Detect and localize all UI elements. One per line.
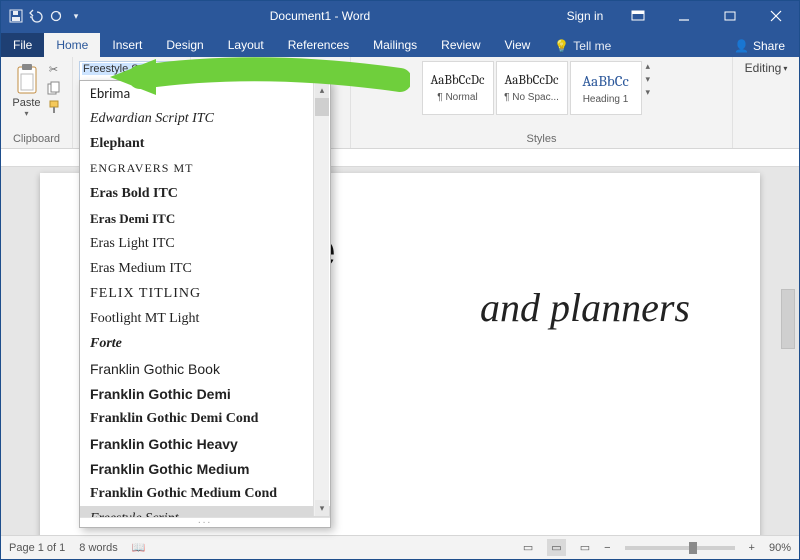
dropdown-resize-handle[interactable]: ∙∙∙ xyxy=(80,517,330,527)
editing-button[interactable]: Editing▾ xyxy=(745,61,788,75)
tab-review[interactable]: Review xyxy=(429,33,492,57)
font-option[interactable]: Elephant xyxy=(80,131,330,156)
font-option[interactable]: Eras Bold ITC xyxy=(80,181,330,206)
font-option[interactable]: Footlight MT Light xyxy=(80,306,330,331)
font-option[interactable]: Eras Light ITC xyxy=(80,231,330,256)
font-option[interactable]: Franklin Gothic Demi Cond xyxy=(80,406,330,431)
close-button[interactable] xyxy=(753,1,799,31)
chevron-down-icon: ▾ xyxy=(783,64,787,73)
style-nospacing[interactable]: AaBbCcDc ¶ No Spac... xyxy=(496,61,568,115)
share-button[interactable]: 👤 Share xyxy=(720,35,799,57)
paste-button[interactable]: Paste ▾ xyxy=(12,61,42,118)
styles-expand-icon[interactable]: ▾ xyxy=(646,87,662,98)
format-painter-icon[interactable] xyxy=(46,99,62,115)
read-mode-icon[interactable]: ▭ xyxy=(523,541,533,554)
font-option[interactable]: Eras Demi ITC xyxy=(80,206,330,231)
share-label: Share xyxy=(753,39,785,53)
tell-me[interactable]: 💡 Tell me xyxy=(542,35,623,57)
font-option[interactable]: ENGRAVERS MT xyxy=(80,156,330,181)
web-layout-icon[interactable]: ▭ xyxy=(580,541,590,554)
style-sample: AaBbCcDc xyxy=(504,73,558,88)
group-label-styles: Styles xyxy=(527,131,557,148)
tab-mailings[interactable]: Mailings xyxy=(361,33,429,57)
font-name-combo[interactable]: Freestyle Script xyxy=(79,61,189,81)
style-sample: AaBbCc xyxy=(582,72,629,90)
font-option[interactable]: Franklin Gothic Medium Cond xyxy=(80,481,330,506)
zoom-slider[interactable] xyxy=(625,546,735,550)
font-name-value: Freestyle Script xyxy=(82,63,160,75)
save-icon[interactable] xyxy=(7,7,25,25)
zoom-out-icon[interactable]: − xyxy=(604,542,610,554)
style-sample: AaBbCcDc xyxy=(430,73,484,88)
status-words[interactable]: 8 words xyxy=(79,542,118,554)
status-page[interactable]: Page 1 of 1 xyxy=(9,542,65,554)
font-option[interactable]: Franklin Gothic Medium xyxy=(80,456,330,481)
lightbulb-icon: 💡 xyxy=(554,39,569,53)
status-bar: Page 1 of 1 8 words 📖 ▭ ▭ ▭ − + 90% xyxy=(1,535,799,559)
style-name: ¶ Normal xyxy=(437,92,477,103)
font-option[interactable]: Freestyle Script xyxy=(80,506,330,517)
copy-icon[interactable] xyxy=(46,80,62,96)
styles-scroll-up-icon[interactable]: ▴ xyxy=(646,61,662,72)
editing-label: Editing xyxy=(745,61,782,75)
font-option[interactable]: Franklin Gothic Book xyxy=(80,356,330,381)
group-editing: Editing▾ xyxy=(733,57,799,148)
chevron-down-icon[interactable]: ▾ xyxy=(263,63,281,79)
font-option[interactable]: Edwardian Script ITC xyxy=(80,106,330,131)
style-name: Heading 1 xyxy=(583,94,629,105)
font-option[interactable]: Eras Medium ITC xyxy=(80,256,330,281)
tab-home[interactable]: Home xyxy=(44,33,100,57)
titlebar: ▾ Document1 - Word Sign in xyxy=(1,1,799,31)
tab-references[interactable]: References xyxy=(276,33,361,57)
share-icon: 👤 xyxy=(734,39,749,53)
redo-icon[interactable] xyxy=(47,7,65,25)
scroll-down-icon[interactable]: ▾ xyxy=(315,500,329,516)
font-list: EbrimaEdwardian Script ITCElephantENGRAV… xyxy=(80,81,330,517)
tab-insert[interactable]: Insert xyxy=(100,33,154,57)
vertical-scrollbar[interactable] xyxy=(781,289,795,349)
window-title: Document1 - Word xyxy=(85,9,555,23)
font-option[interactable]: FELIX TITLING xyxy=(80,281,330,306)
zoom-level[interactable]: 90% xyxy=(769,542,791,554)
ribbon-display-options-icon[interactable] xyxy=(615,1,661,31)
style-heading1[interactable]: AaBbCc Heading 1 xyxy=(570,61,642,115)
numbering-icon[interactable]: ≡ xyxy=(219,63,237,79)
tell-me-label: Tell me xyxy=(573,39,611,53)
font-dropdown[interactable]: EbrimaEdwardian Script ITCElephantENGRAV… xyxy=(79,80,331,528)
font-option[interactable]: Franklin Gothic Demi xyxy=(80,381,330,406)
style-normal[interactable]: AaBbCcDc ¶ Normal xyxy=(422,61,494,115)
group-styles: AaBbCcDc ¶ Normal AaBbCcDc ¶ No Spac... … xyxy=(351,57,733,148)
print-layout-icon[interactable]: ▭ xyxy=(547,539,565,556)
tab-file[interactable]: File xyxy=(1,33,44,57)
styles-scroll-down-icon[interactable]: ▾ xyxy=(646,74,662,85)
group-clipboard: Paste ▾ ✂ Clipboard xyxy=(1,57,73,148)
zoom-in-icon[interactable]: + xyxy=(749,542,755,554)
font-option[interactable]: Ebrima xyxy=(80,81,330,106)
maximize-button[interactable] xyxy=(707,1,753,31)
clipboard-icon xyxy=(12,61,42,97)
bullets-icon[interactable]: ≣ xyxy=(197,63,215,79)
paste-label: Paste xyxy=(12,97,40,109)
qat-customize-icon[interactable]: ▾ xyxy=(67,7,85,25)
style-name: ¶ No Spac... xyxy=(504,92,559,103)
dropdown-scrollbar[interactable]: ▴ ▾ xyxy=(313,82,329,516)
multilevel-icon[interactable]: ⋮≡ xyxy=(241,63,259,79)
chevron-down-icon: ▾ xyxy=(24,109,28,118)
proofing-icon[interactable]: 📖 xyxy=(132,541,146,554)
tab-design[interactable]: Design xyxy=(154,33,215,57)
group-label-clipboard: Clipboard xyxy=(13,131,60,148)
tab-layout[interactable]: Layout xyxy=(216,33,276,57)
undo-icon[interactable] xyxy=(27,7,45,25)
signin-button[interactable]: Sign in xyxy=(555,1,615,31)
scroll-up-icon[interactable]: ▴ xyxy=(315,82,329,98)
font-option[interactable]: Franklin Gothic Heavy xyxy=(80,431,330,456)
minimize-button[interactable] xyxy=(661,1,707,31)
ribbon-tabs: File Home Insert Design Layout Reference… xyxy=(1,31,799,57)
scroll-thumb[interactable] xyxy=(315,98,329,116)
font-option[interactable]: Forte xyxy=(80,331,330,356)
cut-icon[interactable]: ✂ xyxy=(46,61,62,77)
tab-view[interactable]: View xyxy=(493,33,543,57)
